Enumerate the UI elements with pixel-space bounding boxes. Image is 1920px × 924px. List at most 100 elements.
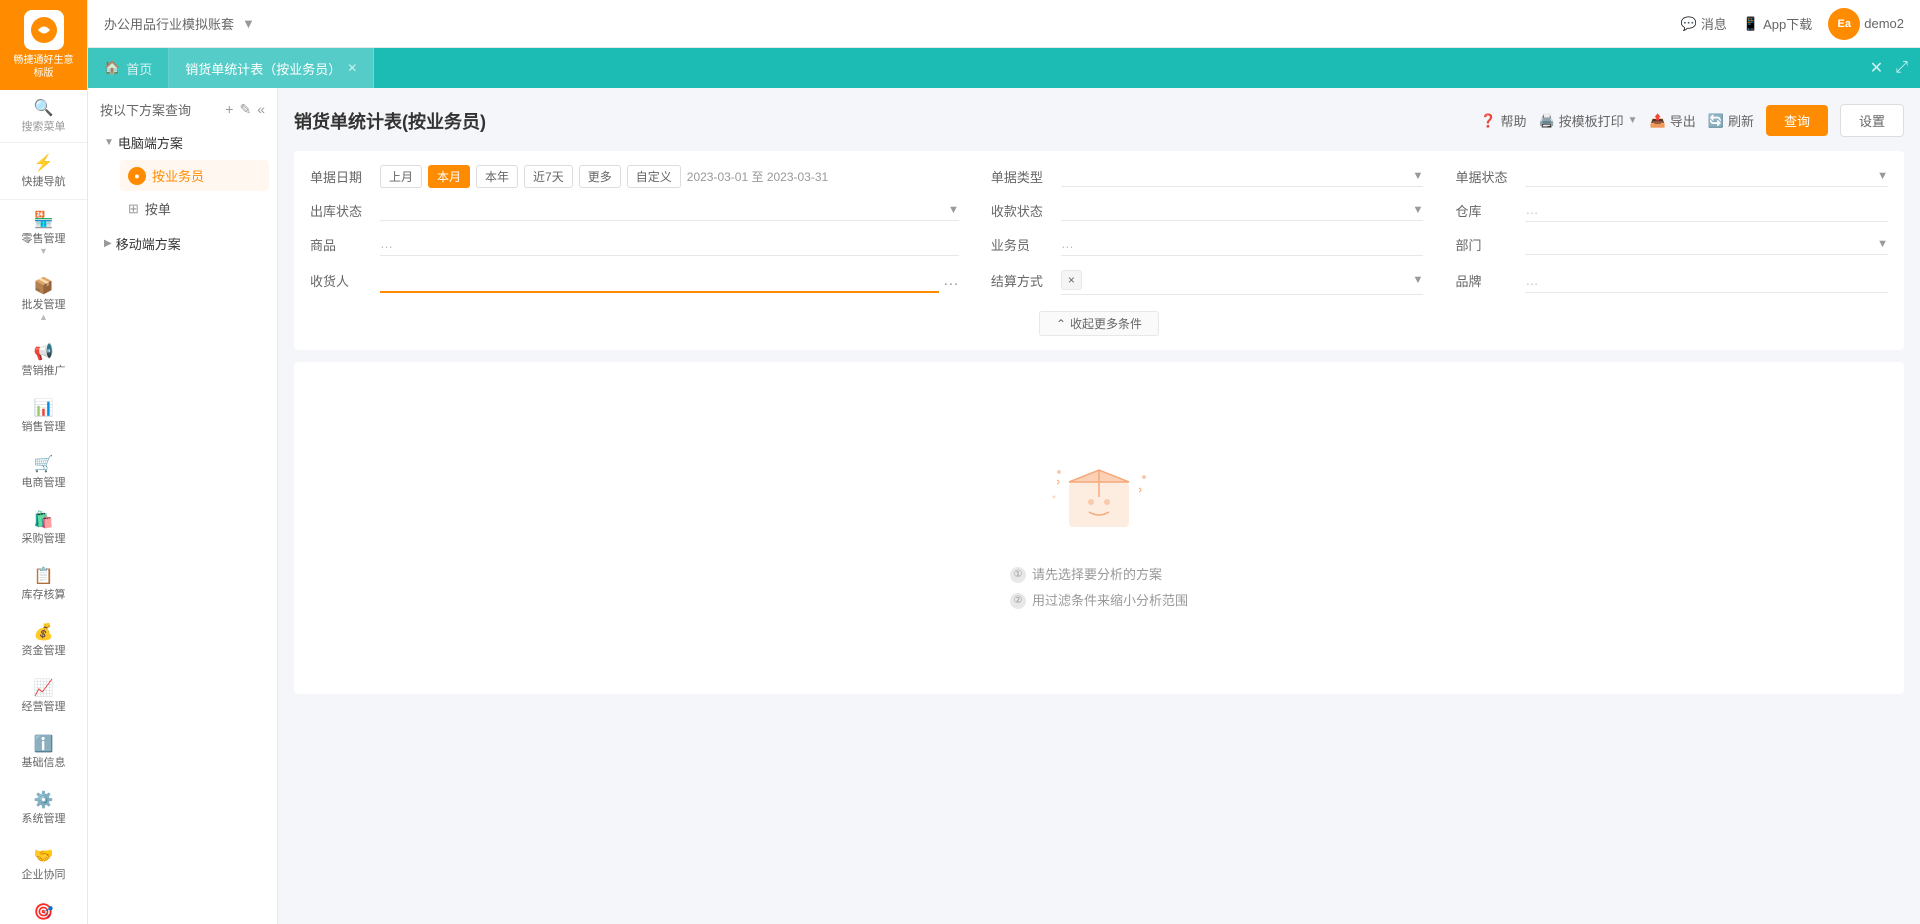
marketing-icon: 📢	[34, 342, 54, 362]
filter-row-4: 收货人 … 结算方式 ×	[310, 266, 1888, 295]
tabbar: 🏠 首页 销货单统计表（按业务员） ✕ ✕ ⤢	[88, 48, 1920, 88]
sidebar-item-system[interactable]: ⚙️ 系统管理	[0, 780, 87, 836]
pc-plan-arrow: ▼	[104, 137, 114, 148]
brand-select[interactable]: …	[1525, 269, 1888, 293]
date-btn-last-month[interactable]: 上月	[380, 165, 422, 188]
page-actions: ❓ 帮助 🖨️ 按模板打印 ▼ 📤 导出 �	[1480, 104, 1904, 137]
refresh-btn[interactable]: 🔄 刷新	[1708, 111, 1754, 130]
export-btn[interactable]: 📤 导出	[1650, 111, 1696, 130]
mobile-plan-parent[interactable]: ▶ 移动端方案	[96, 228, 269, 259]
page-title: 销货单统计表(按业务员)	[294, 108, 486, 134]
logo-area[interactable]: 畅捷通好生意 标版	[0, 0, 87, 90]
date-btn-more[interactable]: 更多	[579, 165, 621, 188]
doc-status-select[interactable]: ▼	[1525, 166, 1888, 187]
sidebar-item-operations[interactable]: 📈 经营管理	[0, 668, 87, 724]
retail-icon: 🏪	[34, 210, 54, 230]
tab-close-window-btn[interactable]: ✕	[1866, 54, 1887, 82]
finance-label: 资金管理	[22, 642, 66, 658]
collapse-label: 收起更多条件	[1070, 315, 1142, 332]
left-panel-title: 按以下方案查询	[100, 100, 191, 119]
help-label: 帮助	[1500, 111, 1526, 130]
stock-status-select[interactable]: ▼	[380, 200, 959, 221]
settings-btn[interactable]: 设置	[1840, 104, 1904, 137]
query-label: 查询	[1784, 114, 1810, 129]
tab-maximize-btn[interactable]: ⤢	[1891, 55, 1912, 81]
message-icon: 💬	[1681, 16, 1697, 32]
doc-status-arrow: ▼	[1877, 170, 1888, 182]
sidebar-item-inventory[interactable]: 📋 库存核算	[0, 556, 87, 612]
sidebar-item-sales[interactable]: 📊 销售管理	[0, 388, 87, 444]
sidebar-item-finance[interactable]: 💰 资金管理	[0, 612, 87, 668]
left-panel-header-icons: + ✎ «	[225, 101, 265, 118]
warehouse-placeholder: …	[1525, 202, 1538, 217]
plan-by-staff[interactable]: ● 按业务员	[120, 160, 269, 191]
newbie-icon: 🎯	[34, 902, 54, 922]
sidebar-item-marketing[interactable]: 📢 营销推广	[0, 332, 87, 388]
goods-select[interactable]: …	[380, 232, 959, 256]
system-label: 系统管理	[22, 810, 66, 826]
user-profile[interactable]: Ea demo2	[1828, 8, 1904, 40]
inventory-icon: 📋	[34, 566, 54, 586]
sidebar-quicknav[interactable]: ⚡ 快捷导航	[0, 143, 87, 200]
receiver-dots[interactable]: …	[943, 272, 959, 290]
app-download-btn[interactable]: 📱 App下载	[1743, 14, 1812, 33]
left-panel-header: 按以下方案查询 + ✎ «	[88, 100, 277, 127]
doc-type-select[interactable]: ▼	[1061, 166, 1424, 187]
warehouse-select[interactable]: …	[1525, 198, 1888, 222]
sidebar-item-wholesale[interactable]: 📦 批发管理 ▲	[0, 266, 87, 332]
collapse-more-btn[interactable]: ⌃ 收起更多条件	[1039, 311, 1159, 336]
hint1-text: 请先选择要分析的方案	[1032, 562, 1162, 588]
topbar-dropdown-icon[interactable]: ▼	[242, 16, 255, 31]
add-plan-btn[interactable]: +	[225, 101, 233, 118]
hint2-num: ②	[1010, 593, 1026, 609]
export-icon: 📤	[1650, 113, 1666, 129]
payment-status-select[interactable]: ▼	[1061, 200, 1424, 221]
filter-doc-status: 单据状态 ▼	[1455, 166, 1888, 187]
message-btn[interactable]: 💬 消息	[1681, 14, 1727, 33]
date-btn-custom[interactable]: 自定义	[627, 165, 681, 188]
home-icon: 🏠	[104, 60, 120, 76]
plan-by-order[interactable]: ⊞ 按单	[120, 193, 269, 224]
date-btn-7days[interactable]: 近7天	[524, 165, 573, 188]
sidebar-item-retail[interactable]: 🏪 零售管理 ▼	[0, 200, 87, 266]
date-btn-this-month[interactable]: 本月	[428, 165, 470, 188]
help-btn[interactable]: ❓ 帮助	[1480, 111, 1526, 130]
edit-plan-btn[interactable]: ✎	[239, 101, 251, 118]
enterprise-label: 企业协同	[22, 866, 66, 882]
tabbar-actions: ✕ ⤢	[1866, 54, 1920, 82]
logo-icon	[24, 10, 64, 50]
query-btn[interactable]: 查询	[1766, 105, 1828, 136]
tab-close-icon[interactable]: ✕	[347, 61, 357, 75]
tab-sales-stat[interactable]: 销货单统计表（按业务员） ✕	[169, 48, 374, 88]
operations-icon: 📈	[34, 678, 54, 698]
empty-illustration	[1039, 442, 1159, 542]
sidebar-search[interactable]: 🔍 搜索菜单	[0, 90, 87, 143]
logo-text: 畅捷通好生意 标版	[14, 54, 74, 80]
collapse-panel-btn[interactable]: «	[257, 101, 265, 118]
template-print-btn[interactable]: 🖨️ 按模板打印 ▼	[1538, 111, 1637, 130]
payment-method-tag-close[interactable]: ×	[1068, 273, 1075, 287]
sidebar-item-newbie[interactable]: 🎯 新手引导	[0, 892, 87, 924]
system-icon: ⚙️	[34, 790, 54, 810]
staff-select[interactable]: …	[1061, 232, 1424, 256]
sidebar-item-ecommerce[interactable]: 🛒 电商管理	[0, 444, 87, 500]
tab-home[interactable]: 🏠 首页	[88, 48, 169, 88]
main-area: 办公用品行业模拟账套 ▼ 💬 消息 📱 App下载 Ea demo2 🏠 首页	[88, 0, 1920, 924]
date-btn-this-year[interactable]: 本年	[476, 165, 518, 188]
empty-text: ① 请先选择要分析的方案 ② 用过滤条件来缩小分析范围	[1010, 562, 1188, 614]
hint2-text: 用过滤条件来缩小分析范围	[1032, 588, 1188, 614]
pc-plan-label: 电脑端方案	[118, 133, 183, 152]
department-select[interactable]: ▼	[1525, 234, 1888, 255]
sidebar-item-purchase[interactable]: 🛍️ 采购管理	[0, 500, 87, 556]
search-icon: 🔍	[34, 98, 54, 118]
sidebar-item-enterprise[interactable]: 🤝 企业协同	[0, 836, 87, 892]
receiver-input[interactable]	[380, 268, 939, 293]
message-label: 消息	[1701, 14, 1727, 33]
collapse-row: ⌃ 收起更多条件	[310, 305, 1888, 336]
enterprise-icon: 🤝	[34, 846, 54, 866]
export-label: 导出	[1670, 111, 1696, 130]
basic-icon: ℹ️	[34, 734, 54, 754]
pc-plan-parent[interactable]: ▼ 电脑端方案	[96, 127, 269, 158]
empty-hint-2: ② 用过滤条件来缩小分析范围	[1010, 588, 1188, 614]
sidebar-item-basic[interactable]: ℹ️ 基础信息	[0, 724, 87, 780]
